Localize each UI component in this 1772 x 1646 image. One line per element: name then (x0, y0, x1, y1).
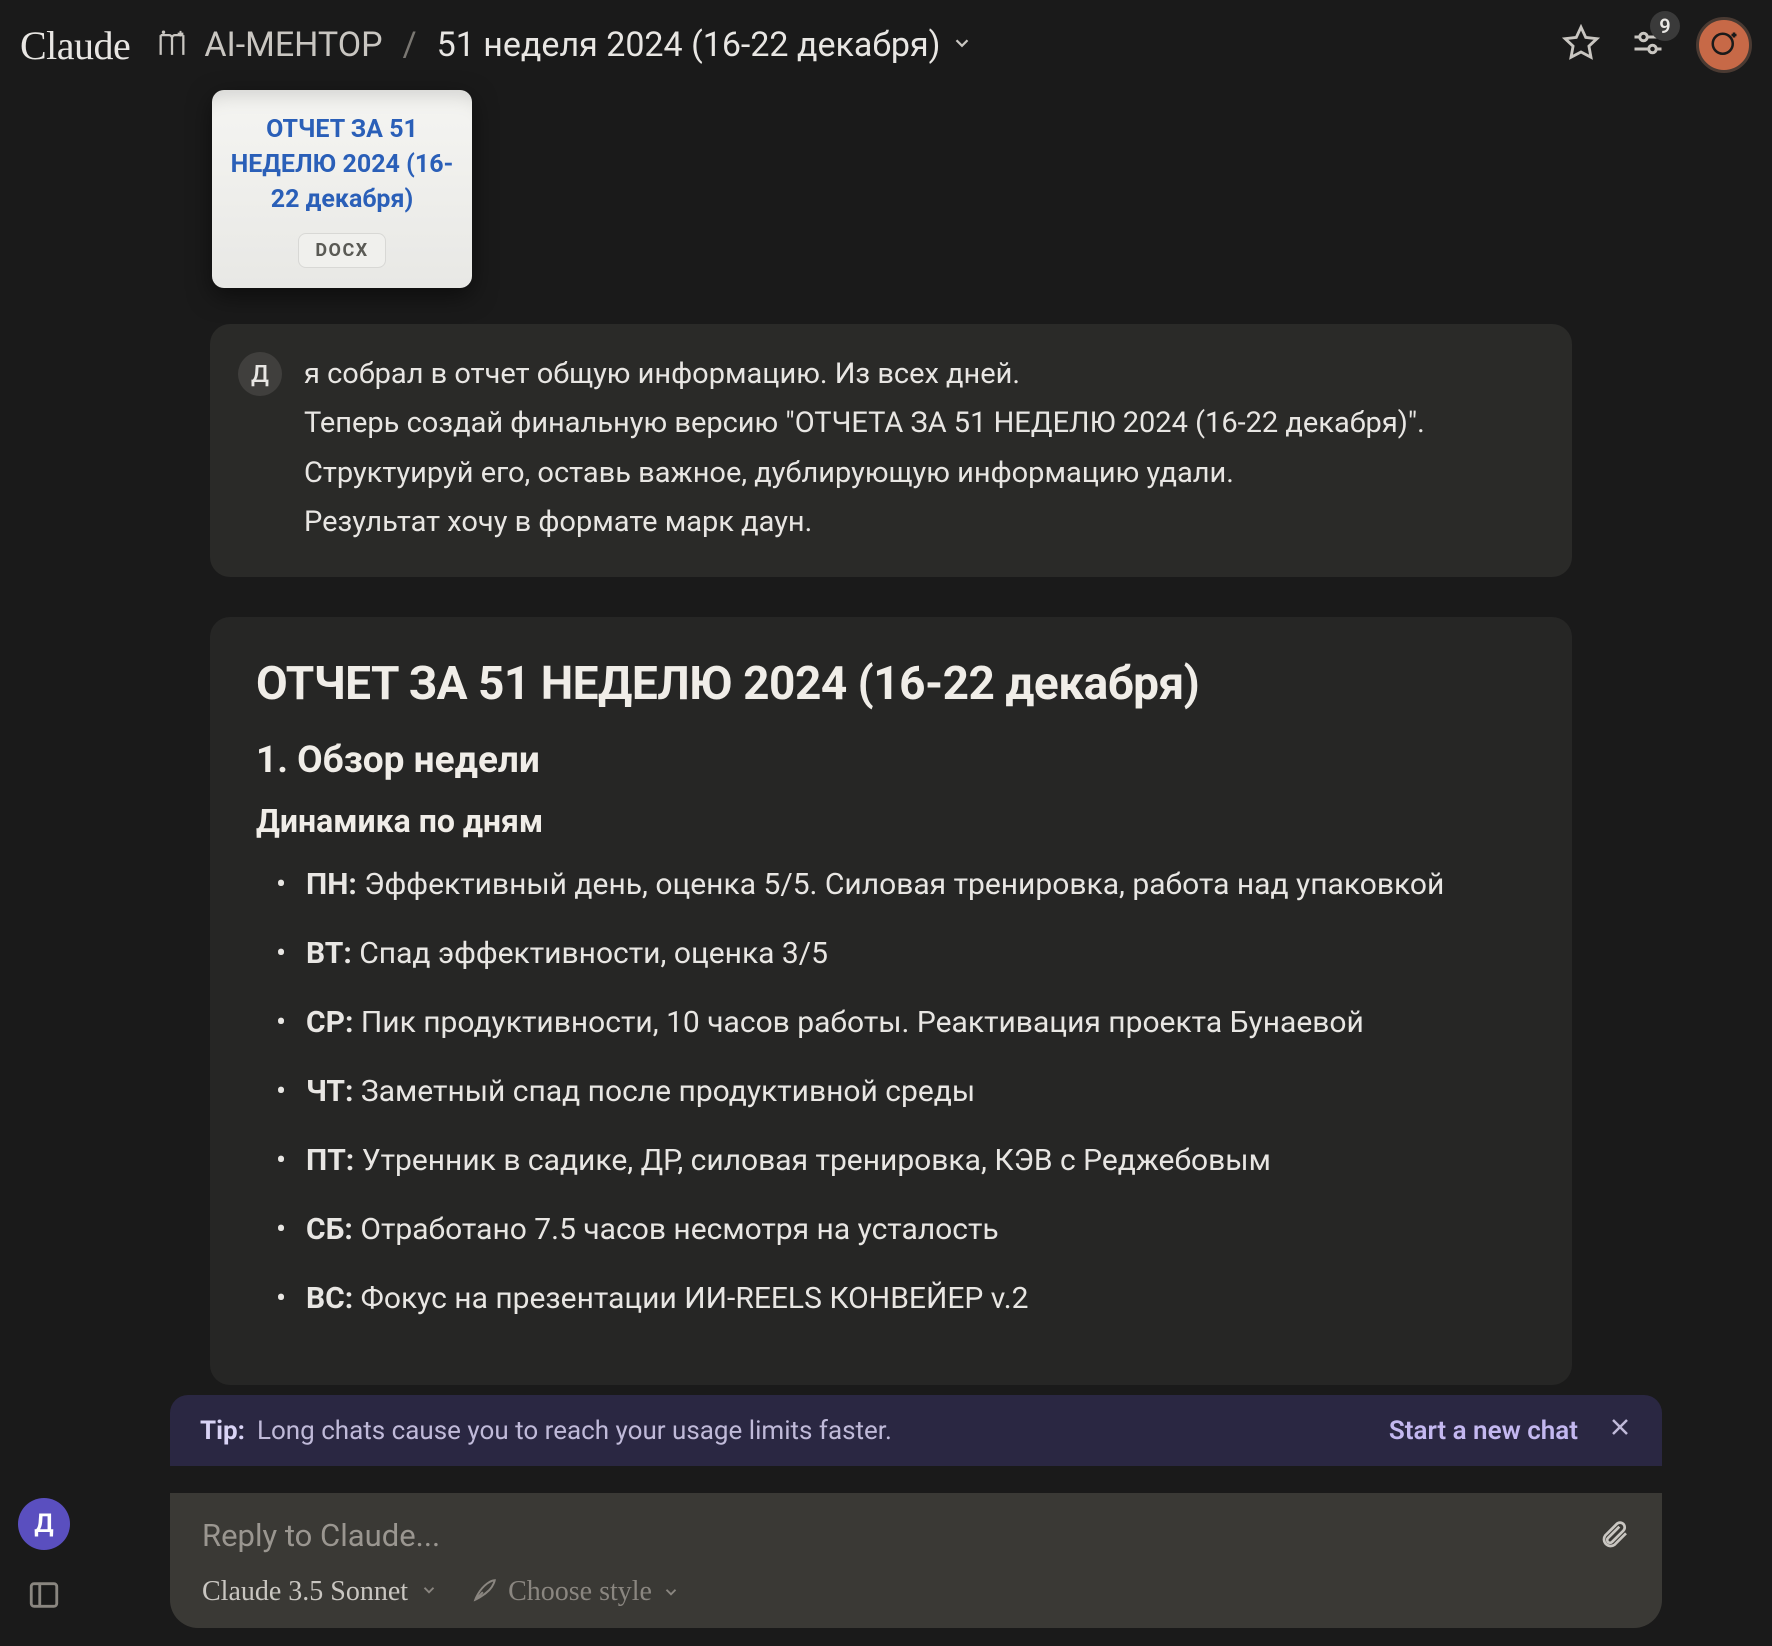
assistant-response: ОТЧЕТ ЗА 51 НЕДЕЛЮ 2024 (16-22 декабря) … (210, 617, 1572, 1385)
list-item: ВТ: Спад эффективности, оценка 3/5 (306, 931, 1526, 976)
tip-banner: Tip: Long chats cause you to reach your … (170, 1395, 1662, 1466)
chat-title: 51 неделя 2024 (16-22 декабря) (437, 25, 941, 65)
chevron-down-icon (951, 32, 973, 58)
list-item: ПН: Эффективный день, оценка 5/5. Силова… (306, 862, 1526, 907)
start-new-chat-link[interactable]: Start a new chat (1389, 1416, 1578, 1446)
response-h3: Динамика по дням (256, 802, 1526, 840)
attachment-title: ОТЧЕТ ЗА 51 НЕДЕЛЮ 2024 (16-22 декабря) (230, 112, 454, 217)
notification-badge: 9 (1650, 11, 1680, 41)
list-item: СР: Пик продуктивности, 10 часов работы.… (306, 1000, 1526, 1045)
main-content: ОТЧЕТ ЗА 51 НЕДЕЛЮ 2024 (16-22 декабря) … (0, 90, 1772, 1385)
user-message-text: я собрал в отчет общую информацию. Из вс… (304, 350, 1425, 547)
profile-avatar[interactable]: Д (18, 1498, 70, 1550)
breadcrumb-separator: / (397, 25, 423, 65)
user-avatar: Д (238, 352, 282, 396)
composer: Reply to Claude... Claude 3.5 Sonnet Cho… (170, 1493, 1662, 1628)
reply-input[interactable]: Reply to Claude... (202, 1517, 1598, 1554)
project-icon (154, 27, 190, 63)
list-item: ЧТ: Заметный спад после продуктивной сре… (306, 1069, 1526, 1114)
tip-label: Tip: (200, 1416, 245, 1446)
header-bar: Claude AI-МЕНТОР / 51 неделя 2024 (16-22… (0, 0, 1772, 90)
chevron-down-icon (420, 1581, 438, 1603)
quill-icon (472, 1577, 498, 1607)
model-selector[interactable]: Claude 3.5 Sonnet (202, 1576, 408, 1608)
new-chat-button[interactable] (1696, 17, 1752, 73)
list-item: СБ: Отработано 7.5 часов несмотря на уст… (306, 1207, 1526, 1252)
header-actions: 9 (1562, 17, 1752, 73)
style-selector[interactable]: Choose style (472, 1576, 680, 1608)
star-icon[interactable] (1562, 24, 1600, 66)
side-controls: Д (18, 1498, 70, 1616)
paperclip-icon[interactable] (1598, 1518, 1630, 1554)
sliders-icon[interactable]: 9 (1630, 25, 1666, 65)
project-name[interactable]: AI-МЕНТОР (204, 25, 382, 65)
user-message: Д я собрал в отчет общую информацию. Из … (210, 324, 1572, 577)
file-attachment[interactable]: ОТЧЕТ ЗА 51 НЕДЕЛЮ 2024 (16-22 декабря) … (212, 90, 472, 288)
style-label: Choose style (508, 1576, 652, 1608)
close-icon[interactable] (1608, 1415, 1632, 1446)
tip-text: Long chats cause you to reach your usage… (257, 1416, 1377, 1446)
response-h1: ОТЧЕТ ЗА 51 НЕДЕЛЮ 2024 (16-22 декабря) (256, 657, 1526, 711)
response-h2: 1. Обзор недели (256, 739, 1526, 782)
list-item: ВС: Фокус на презентации ИИ-REELS КОНВЕЙ… (306, 1276, 1526, 1321)
app-logo[interactable]: Claude (20, 22, 130, 69)
list-item: ПТ: Утренник в садике, ДР, силовая трени… (306, 1138, 1526, 1183)
chat-title-dropdown[interactable]: 51 неделя 2024 (16-22 декабря) (437, 25, 973, 65)
attachment-format-badge: DOCX (298, 233, 385, 268)
sidebar-toggle-icon[interactable] (27, 1578, 61, 1616)
days-list: ПН: Эффективный день, оценка 5/5. Силова… (256, 862, 1526, 1321)
